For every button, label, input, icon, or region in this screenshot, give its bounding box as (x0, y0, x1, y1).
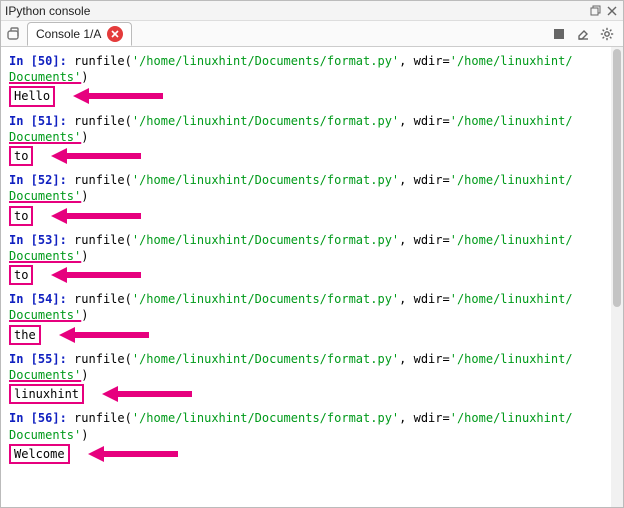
scrollbar[interactable] (611, 47, 623, 507)
input-line: In [52]: runfile('/home/linuxhint/Docume… (9, 172, 607, 188)
close-tab-icon[interactable] (107, 26, 123, 42)
console-entry: In [50]: runfile('/home/linuxhint/Docume… (9, 53, 607, 107)
console-entry: In [53]: runfile('/home/linuxhint/Docume… (9, 232, 607, 286)
console-entry: In [52]: runfile('/home/linuxhint/Docume… (9, 172, 607, 226)
output-row: to (9, 206, 607, 226)
input-line: In [53]: runfile('/home/linuxhint/Docume… (9, 232, 607, 248)
title-bar: IPython console (1, 1, 623, 21)
output-highlight: the (9, 325, 41, 345)
tab-label: Console 1/A (36, 27, 101, 41)
output-row: to (9, 146, 607, 166)
console-output[interactable]: In [50]: runfile('/home/linuxhint/Docume… (1, 47, 611, 507)
input-line: In [51]: runfile('/home/linuxhint/Docume… (9, 113, 607, 129)
stop-icon[interactable] (551, 26, 567, 42)
input-line-continued: Documents') (9, 248, 607, 264)
tab-console[interactable]: Console 1/A (27, 22, 132, 46)
panel-title: IPython console (5, 4, 589, 18)
toolbar: Console 1/A (1, 21, 623, 47)
output-highlight: Welcome (9, 444, 70, 464)
annotation-arrow-icon (102, 386, 192, 402)
output-highlight: to (9, 206, 33, 226)
ipython-console-panel: IPython console Console 1/A (0, 0, 624, 508)
annotation-arrow-icon (51, 267, 141, 283)
input-line: In [50]: runfile('/home/linuxhint/Docume… (9, 53, 607, 69)
console-area: In [50]: runfile('/home/linuxhint/Docume… (1, 47, 623, 507)
options-icon[interactable] (599, 26, 615, 42)
output-row: Welcome (9, 444, 607, 464)
toolbar-actions (551, 26, 619, 42)
input-line-continued: Documents') (9, 367, 607, 383)
annotation-arrow-icon (88, 446, 178, 462)
console-entry: In [55]: runfile('/home/linuxhint/Docume… (9, 351, 607, 405)
annotation-arrow-icon (51, 148, 141, 164)
input-line: In [56]: runfile('/home/linuxhint/Docume… (9, 410, 607, 426)
console-entry: In [56]: runfile('/home/linuxhint/Docume… (9, 410, 607, 464)
console-entry: In [51]: runfile('/home/linuxhint/Docume… (9, 113, 607, 167)
output-highlight: linuxhint (9, 384, 84, 404)
output-row: linuxhint (9, 384, 607, 404)
output-highlight: to (9, 265, 33, 285)
scrollbar-thumb[interactable] (613, 49, 621, 307)
annotation-arrow-icon (51, 208, 141, 224)
input-line: In [54]: runfile('/home/linuxhint/Docume… (9, 291, 607, 307)
window-controls (589, 4, 619, 18)
output-highlight: to (9, 146, 33, 166)
annotation-arrow-icon (59, 327, 149, 343)
close-panel-icon[interactable] (605, 4, 619, 18)
output-row: Hello (9, 86, 607, 106)
input-line-continued: Documents') (9, 188, 607, 204)
input-line-continued: Documents') (9, 307, 607, 323)
output-row: to (9, 265, 607, 285)
clear-icon[interactable] (575, 26, 591, 42)
console-entry: In [54]: runfile('/home/linuxhint/Docume… (9, 291, 607, 345)
input-line: In [55]: runfile('/home/linuxhint/Docume… (9, 351, 607, 367)
annotation-arrow-icon (73, 88, 163, 104)
restore-icon[interactable] (589, 4, 603, 18)
input-line-continued: Documents') (9, 129, 607, 145)
input-line-continued: Documents') (9, 427, 607, 443)
browse-tabs-icon[interactable] (5, 25, 23, 43)
output-row: the (9, 325, 607, 345)
tab-strip: Console 1/A (5, 21, 132, 47)
output-highlight: Hello (9, 86, 55, 106)
input-line-continued: Documents') (9, 69, 607, 85)
